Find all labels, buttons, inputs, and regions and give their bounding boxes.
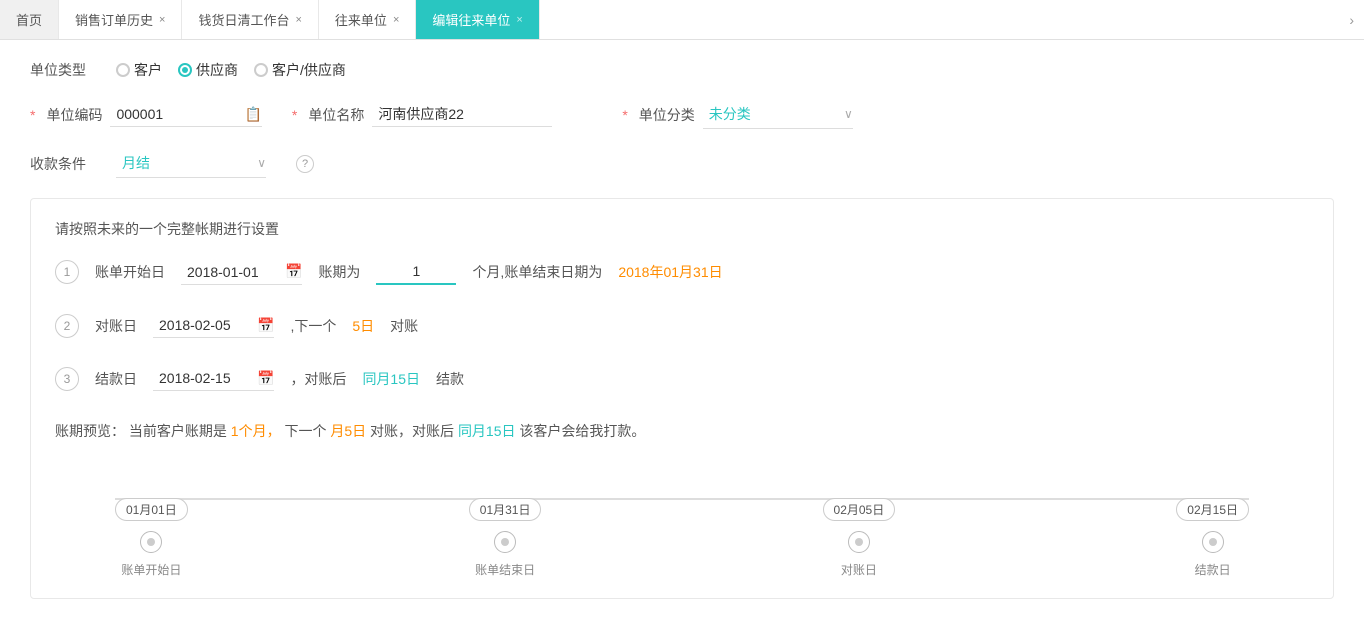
card-title: 请按照未来的一个完整帐期进行设置 <box>55 219 1309 239</box>
calendar-icon[interactable]: 📅 <box>257 370 274 387</box>
unit-category-dropdown[interactable]: 未分类 ∨ <box>703 100 853 129</box>
calendar-icon[interactable]: 📅 <box>285 263 302 280</box>
period-middle-text: 账期为 <box>318 262 360 282</box>
period-settings-card: 请按照未来的一个完整帐期进行设置 1 账单开始日 📅 账期为 个月,账单结束日期… <box>30 198 1334 599</box>
preview-highlight2: 月5日 <box>330 423 366 439</box>
required-star-cat: * <box>622 107 627 123</box>
radio-circle-supplier <box>178 63 192 77</box>
copy-icon[interactable]: 📋 <box>244 106 261 123</box>
unit-code-input[interactable]: 000001 <box>110 102 240 126</box>
step-number-1: 1 <box>55 260 79 284</box>
close-icon[interactable]: × <box>159 14 165 26</box>
unit-type-label: 单位类型 <box>30 60 86 80</box>
tab-sales-history[interactable]: 销售订单历史 × <box>59 0 182 39</box>
tab-home[interactable]: 首页 <box>0 0 59 39</box>
preview-text: 账期预览： 当前客户账期是 1个月， 下一个 月5日 对账，对账后 同月15日 … <box>55 419 1309 444</box>
tab-bar: 首页 销售订单历史 × 钱货日清工作台 × 往来单位 × 编辑往来单位 × › <box>0 0 1364 40</box>
step-row-2: 2 对账日 📅 ,下一个 5日 对账 <box>55 313 1309 338</box>
required-star-name: * <box>292 107 297 123</box>
payment-terms-dropdown[interactable]: 月结 ∨ <box>116 149 266 178</box>
main-content: 单位类型 客户 供应商 客户/供应商 * 单位编码 000 <box>0 40 1364 639</box>
step-row-1: 1 账单开始日 📅 账期为 个月,账单结束日期为 2018年01月31日 <box>55 259 1309 285</box>
radio-circle-customer <box>116 63 130 77</box>
unit-category-value: 未分类 <box>703 100 840 128</box>
tab-edit-partner[interactable]: 编辑往来单位 × <box>416 0 539 39</box>
payment-date-field: 📅 <box>153 366 274 391</box>
chevron-down-icon[interactable]: ∨ <box>257 156 266 170</box>
period-value-input[interactable] <box>376 259 456 285</box>
step-label-payment: 结款日 <box>95 369 137 389</box>
radio-customer[interactable]: 客户 <box>116 60 162 80</box>
chevron-down-icon[interactable]: ∨ <box>844 107 853 121</box>
tab-cash-work[interactable]: 钱货日清工作台 × <box>182 0 318 39</box>
reconcile-date-field: 📅 <box>153 313 274 338</box>
unit-type-radio-group: 客户 供应商 客户/供应商 <box>116 60 346 80</box>
radio-circle-both <box>254 63 268 77</box>
tab-arrow[interactable]: › <box>1339 0 1364 39</box>
preview-label: 账期预览： <box>55 423 125 439</box>
step-number-3: 3 <box>55 367 79 391</box>
help-icon[interactable]: ? <box>296 155 314 173</box>
step-label-reconcile: 对账日 <box>95 316 137 336</box>
radio-supplier[interactable]: 供应商 <box>178 60 238 80</box>
close-icon[interactable]: × <box>393 14 399 26</box>
unit-code-label: 单位编码 <box>46 105 102 125</box>
step-row-3: 3 结款日 📅 ，对账后 同月15日 结款 <box>55 366 1309 391</box>
reconcile-day-highlight: 5日 <box>352 316 374 336</box>
billing-start-date-field: 📅 <box>181 260 302 285</box>
timeline: 01月01日 账单开始日 01月31日 账单结束日 <box>55 468 1309 578</box>
reconcile-desc-prefix: ,下一个 <box>290 316 336 336</box>
close-icon[interactable]: × <box>516 14 522 26</box>
unit-info-row: * 单位编码 000001 📋 * 单位名称 * 单位分类 未分类 ∨ <box>30 100 1334 129</box>
required-star: * <box>30 107 35 123</box>
preview-text-4: 该客户会给我打款。 <box>519 423 645 439</box>
payment-terms-label: 收款条件 <box>30 154 86 174</box>
unit-name-input[interactable] <box>372 102 552 126</box>
preview-text-1: 当前客户账期是 <box>129 423 227 439</box>
unit-type-row: 单位类型 客户 供应商 客户/供应商 <box>30 60 1334 80</box>
reconcile-date-input[interactable] <box>153 313 253 337</box>
unit-name-label: 单位名称 <box>308 105 364 125</box>
payment-desc-prefix: ，对账后 <box>290 369 346 389</box>
close-icon[interactable]: × <box>295 14 301 26</box>
preview-text-3: 对账，对账后 <box>370 423 454 439</box>
payment-terms-row: 收款条件 月结 ∨ ? <box>30 149 1334 178</box>
payment-date-input[interactable] <box>153 366 253 390</box>
step-label-billing-start: 账单开始日 <box>95 262 165 282</box>
preview-highlight3: 同月15日 <box>458 423 516 439</box>
step-number-2: 2 <box>55 314 79 338</box>
period-unit-text: 个月,账单结束日期为 <box>472 262 602 282</box>
preview-highlight1: 1个月， <box>231 423 281 439</box>
unit-category-label: 单位分类 <box>639 105 695 125</box>
payment-day-highlight: 同月15日 <box>362 369 420 389</box>
tab-partner-unit[interactable]: 往来单位 × <box>319 0 416 39</box>
reconcile-desc-suffix: 对账 <box>390 316 418 336</box>
payment-terms-value: 月结 <box>116 149 253 177</box>
billing-end-date: 2018年01月31日 <box>618 262 722 282</box>
radio-both[interactable]: 客户/供应商 <box>254 60 346 80</box>
payment-desc-suffix: 结款 <box>436 369 464 389</box>
unit-code-field: 000001 📋 <box>110 102 261 127</box>
calendar-icon[interactable]: 📅 <box>257 317 274 334</box>
billing-start-date-input[interactable] <box>181 260 281 284</box>
preview-text-2: 下一个 <box>284 423 326 439</box>
